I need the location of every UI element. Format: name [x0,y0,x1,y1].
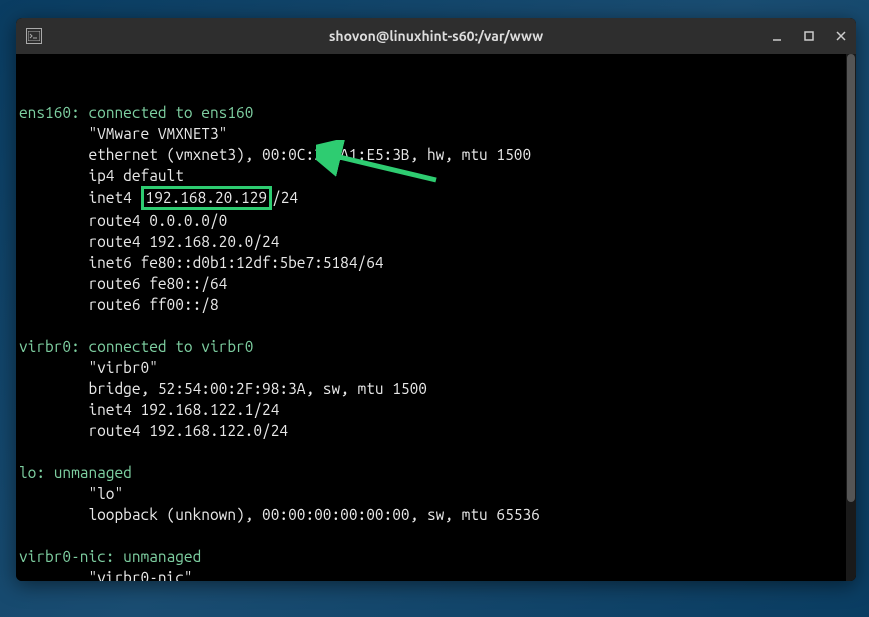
window-title: shovon@linuxhint-s60:/var/www [16,28,856,44]
inet4-line: inet4 192.168.20.129/24 [19,186,853,210]
blank-line [19,525,853,546]
output-line: route6 ff00::/8 [19,294,853,315]
minimize-button[interactable] [768,27,786,45]
output-line: route4 192.168.20.0/24 [19,231,853,252]
output-line: bridge, 52:54:00:2F:98:3A, sw, mtu 1500 [19,378,853,399]
output-line: inet4 192.168.122.1/24 [19,399,853,420]
interface-header: ens160: connected to ens160 [19,102,853,123]
terminal-output[interactable]: ens160: connected to ens160 "VMware VMXN… [16,54,856,581]
output-line: ethernet (vmxnet3), 00:0C:29:A1:E5:3B, h… [19,144,853,165]
output-line: route4 192.168.122.0/24 [19,420,853,441]
interface-header: virbr0: connected to virbr0 [19,336,853,357]
output-line: route4 0.0.0.0/0 [19,210,853,231]
scrollbar[interactable] [846,54,856,581]
output-line: "VMware VMXNET3" [19,123,853,144]
output-line: "virbr0-nic" [19,567,853,581]
terminal-icon [26,28,42,44]
blank-line [19,441,853,462]
output-line: inet6 fe80::d0b1:12df:5be7:5184/64 [19,252,853,273]
highlighted-ip: 192.168.20.129 [141,186,273,210]
output-line: loopback (unknown), 00:00:00:00:00:00, s… [19,504,853,525]
terminal-window: shovon@linuxhint-s60:/var/www ens160: co… [16,18,856,581]
interface-header: lo: unmanaged [19,462,853,483]
output-line: "lo" [19,483,853,504]
blank-line [19,315,853,336]
close-button[interactable] [832,27,850,45]
window-controls [768,27,850,45]
titlebar[interactable]: shovon@linuxhint-s60:/var/www [16,18,856,54]
output-line: "virbr0" [19,357,853,378]
maximize-button[interactable] [800,27,818,45]
output-line: route6 fe80::/64 [19,273,853,294]
output-line: ip4 default [19,165,853,186]
scrollbar-thumb[interactable] [847,54,855,502]
interface-header: virbr0-nic: unmanaged [19,546,853,567]
